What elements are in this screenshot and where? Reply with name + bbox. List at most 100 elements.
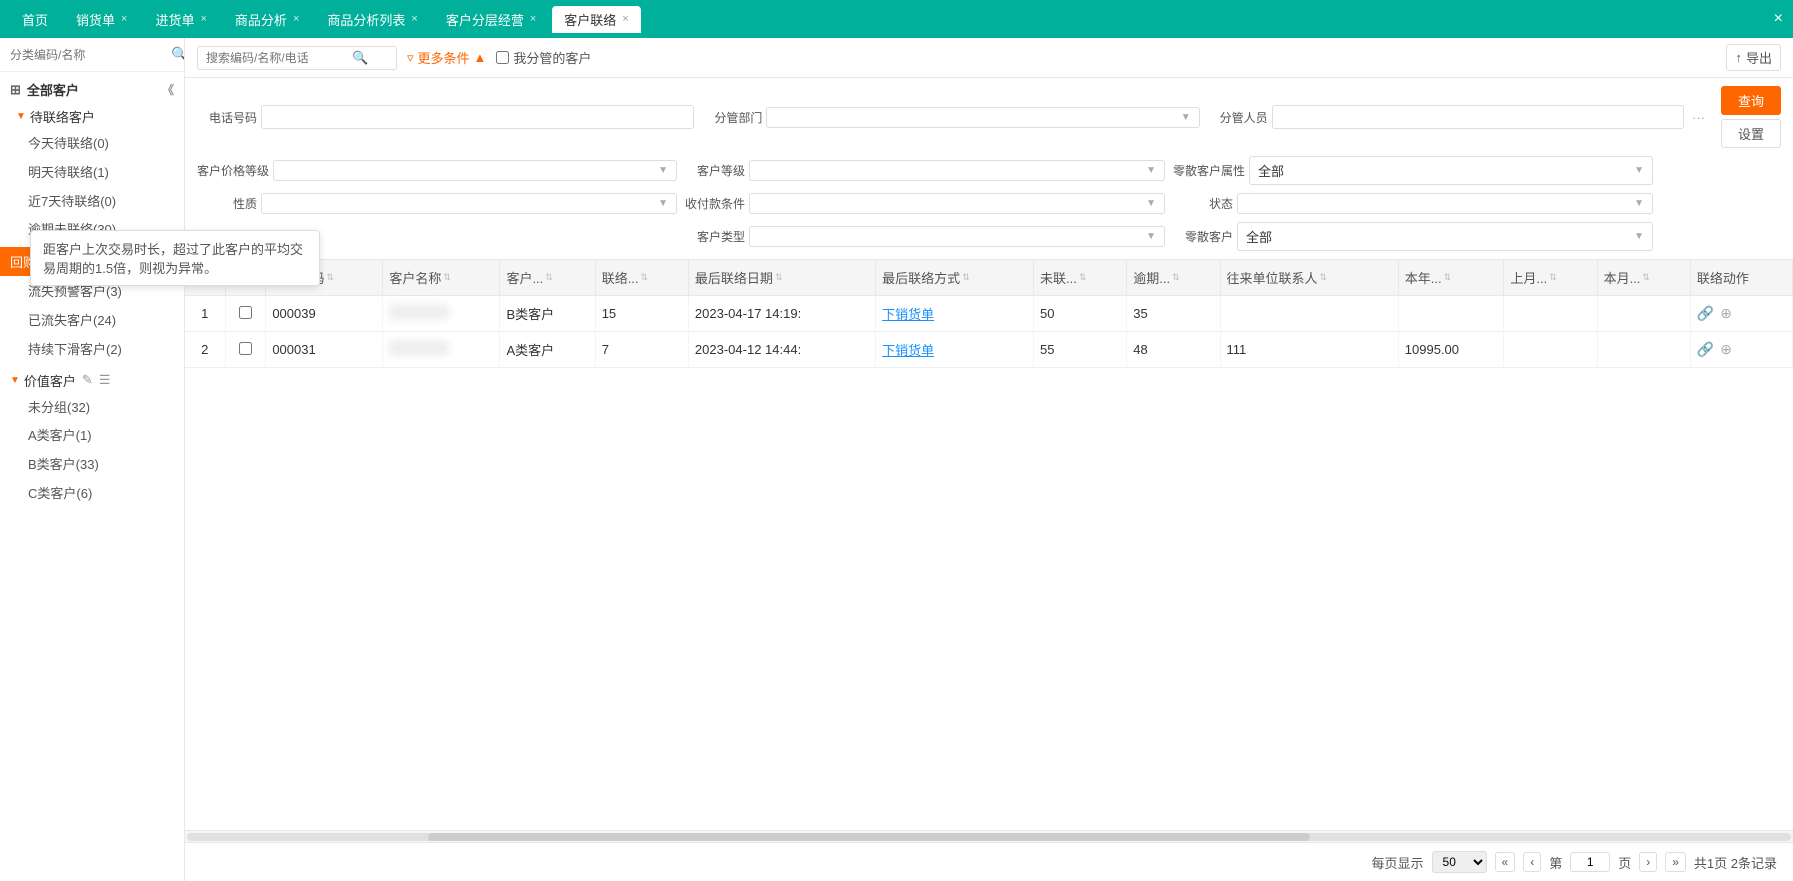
sort-method-icon[interactable]: ⇅ <box>962 272 970 283</box>
filter-retail-attr: 零散客户属性 全部 ▼ <box>1173 156 1653 185</box>
row2-last-month <box>1504 332 1597 368</box>
row1-grid-icon[interactable]: ⊕ <box>1720 305 1732 322</box>
customers-table: ⚙ 客户编码 ⇅ 客户名称 <box>185 260 1793 368</box>
manager-input[interactable] <box>1272 105 1684 129</box>
sort-thismonth-icon[interactable]: ⇅ <box>1642 272 1650 283</box>
price-grade-select[interactable]: ▼ <box>273 160 677 181</box>
prev-page-button[interactable]: ‹ <box>1523 852 1541 872</box>
sidebar-item-churned[interactable]: 已流失客户(24) <box>0 307 184 336</box>
first-page-button[interactable]: « <box>1495 852 1516 872</box>
close-customer-contact[interactable]: × <box>622 13 628 25</box>
retail-attr-select[interactable]: 全部 ▼ <box>1249 156 1653 185</box>
close-sales-order[interactable]: × <box>121 13 127 25</box>
row2-select-checkbox[interactable] <box>239 342 252 355</box>
sidebar-item-class-c[interactable]: C类客户(6) <box>0 480 184 509</box>
retail-customer-select[interactable]: 全部 ▼ <box>1237 222 1653 251</box>
filter-phone: 电话号码 <box>197 105 694 129</box>
my-customer-checkbox[interactable] <box>496 51 509 64</box>
more-conditions-button[interactable]: ▿ 更多条件 ▲ <box>407 48 486 67</box>
scrollbar-thumb[interactable] <box>428 833 1310 841</box>
settings-icon-small[interactable]: ☰ <box>99 372 111 388</box>
sort-lastmonth-icon[interactable]: ⇅ <box>1549 272 1557 283</box>
row2-last-contact-method[interactable]: 下销货单 <box>876 332 1034 368</box>
sort-uncontacted-icon[interactable]: ⇅ <box>1079 272 1087 283</box>
sort-type-icon[interactable]: ⇅ <box>545 272 553 283</box>
advanced-filter: 电话号码 分管部门 ▼ 分管人员 ··· 查询 设置 <box>185 78 1793 260</box>
row2-code: 000031 <box>266 332 383 368</box>
status-select[interactable]: ▼ <box>1237 193 1653 214</box>
nav-purchase-order[interactable]: 进货单 × <box>143 6 218 33</box>
sort-year-icon[interactable]: ⇅ <box>1444 272 1452 283</box>
sidebar-item-declining[interactable]: 持续下滑客户(2) <box>0 336 184 365</box>
row1-select-checkbox[interactable] <box>239 306 252 319</box>
filter-bar: 🔍 ▿ 更多条件 ▲ 我分管的客户 ↑ 导出 <box>185 38 1793 78</box>
search-input[interactable] <box>206 51 346 65</box>
phone-input[interactable] <box>261 105 694 129</box>
filter-retail-customer: 零散客户 全部 ▼ <box>1173 222 1653 251</box>
nav-product-analysis-list[interactable]: 商品分析列表 × <box>315 6 429 33</box>
th-this-year: 本年... ⇅ <box>1398 260 1504 296</box>
filter-customer-grade: 客户等级 ▼ <box>685 160 1165 181</box>
filter-row-1: 电话号码 分管部门 ▼ 分管人员 ··· 查询 设置 <box>197 86 1781 148</box>
close-product-analysis[interactable]: × <box>293 13 299 25</box>
row2-grid-icon[interactable]: ⊕ <box>1720 341 1732 358</box>
close-customer-segmentation[interactable]: × <box>530 13 536 25</box>
settings-button[interactable]: 设置 <box>1721 119 1781 148</box>
window-close-button[interactable]: × <box>1774 10 1783 28</box>
row1-code: 000039 <box>266 296 383 332</box>
sort-contact-icon[interactable]: ⇅ <box>641 272 649 283</box>
row1-link-icon[interactable]: 🔗 <box>1697 305 1714 322</box>
customer-type-select[interactable]: ▼ <box>749 226 1165 247</box>
payment-terms-select[interactable]: ▼ <box>749 193 1165 214</box>
table-area: ⚙ 客户编码 ⇅ 客户名称 <box>185 260 1793 830</box>
page-number-input[interactable] <box>1570 852 1610 872</box>
sidebar-item-unclassified[interactable]: 未分组(32) <box>0 394 184 423</box>
sidebar-item-class-a[interactable]: A类客户(1) <box>0 422 184 451</box>
edit-icon[interactable]: ✎ <box>82 372 93 388</box>
per-page-select[interactable]: 50 10 20 100 <box>1432 851 1487 873</box>
customer-grade-select[interactable]: ▼ <box>749 160 1165 181</box>
search-icon[interactable]: 🔍 <box>352 50 368 66</box>
nav-product-analysis[interactable]: 商品分析 × <box>223 6 311 33</box>
dept-select[interactable]: ▼ <box>766 107 1199 128</box>
sort-date-icon[interactable]: ⇅ <box>775 272 783 283</box>
manager-dots[interactable]: ··· <box>1692 110 1705 125</box>
filter-dept: 分管部门 ▼ <box>702 107 1199 128</box>
payment-terms-arrow: ▼ <box>1146 198 1156 209</box>
value-arrow-icon: ▼ <box>10 375 20 386</box>
sort-overdue-icon[interactable]: ⇅ <box>1172 272 1180 283</box>
close-purchase-order[interactable]: × <box>200 13 206 25</box>
next-page-button[interactable]: › <box>1639 852 1657 872</box>
sidebar-search-input[interactable] <box>10 48 165 62</box>
sort-code-icon[interactable]: ⇅ <box>326 272 334 283</box>
sidebar-item-7day-contact[interactable]: 近7天待联络(0) <box>0 188 184 217</box>
nav-sales-order[interactable]: 销货单 × <box>64 6 139 33</box>
close-product-analysis-list[interactable]: × <box>411 13 417 25</box>
sidebar-item-class-b[interactable]: B类客户(33) <box>0 451 184 480</box>
row2-link-icon[interactable]: 🔗 <box>1697 341 1714 358</box>
sort-person-icon[interactable]: ⇅ <box>1320 272 1328 283</box>
arrow-down-icon: ▼ <box>16 111 26 122</box>
sidebar-search-icon[interactable]: 🔍 <box>171 46 185 63</box>
status-arrow: ▼ <box>1634 198 1644 209</box>
nav-customer-segmentation[interactable]: 客户分层经营 × <box>434 6 548 33</box>
sidebar-item-tomorrow-contact[interactable]: 明天待联络(1) <box>0 159 184 188</box>
row1-checkbox <box>225 296 266 332</box>
nav-home[interactable]: 首页 <box>10 6 60 33</box>
pending-contact-group[interactable]: ▼ 待联络客户 <box>0 103 184 130</box>
export-button[interactable]: ↑ 导出 <box>1726 44 1781 71</box>
collapse-button[interactable]: 《 <box>162 81 174 98</box>
row1-last-contact-method[interactable]: 下销货单 <box>876 296 1034 332</box>
horizontal-scrollbar[interactable] <box>185 830 1793 842</box>
th-name: 客户名称 ⇅ <box>383 260 500 296</box>
last-page-button[interactable]: » <box>1665 852 1686 872</box>
th-contact-count: 联络... ⇅ <box>595 260 688 296</box>
retail-attr-label: 零散客户属性 <box>1173 162 1245 179</box>
row2-num: 2 <box>185 332 225 368</box>
sidebar-item-today-contact[interactable]: 今天待联络(0) <box>0 130 184 159</box>
query-button[interactable]: 查询 <box>1721 86 1781 115</box>
sort-name-icon[interactable]: ⇅ <box>443 272 451 283</box>
nav-customer-contact[interactable]: 客户联络 × <box>552 6 640 33</box>
nature-select[interactable]: ▼ <box>261 193 677 214</box>
th-last-contact-method: 最后联络方式 ⇅ <box>876 260 1034 296</box>
